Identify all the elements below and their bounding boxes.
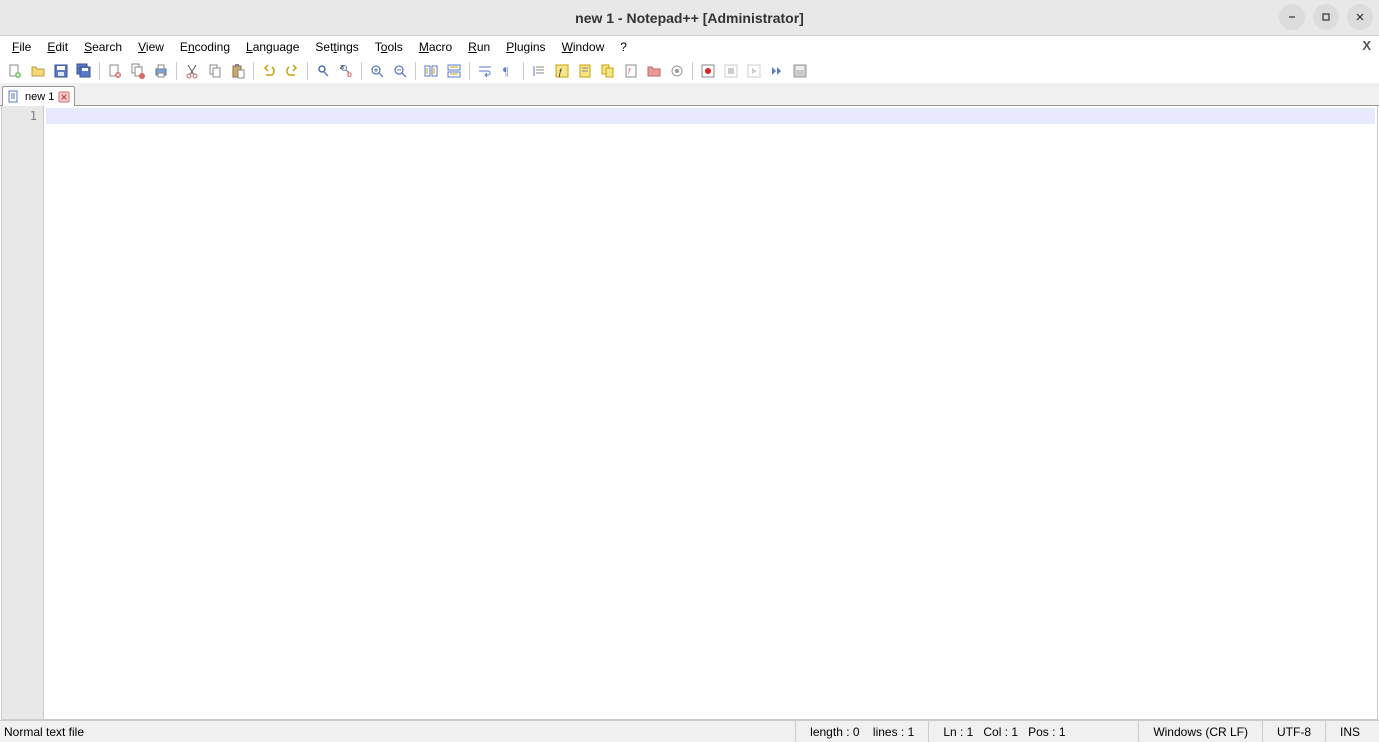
svg-text:a: a — [340, 64, 344, 71]
close-file-button[interactable] — [104, 60, 126, 82]
redo-button[interactable] — [281, 60, 303, 82]
menu-macro[interactable]: Macro — [411, 38, 460, 56]
toolbar-separator — [469, 62, 470, 80]
macro-stop-button[interactable] — [720, 60, 742, 82]
svg-text:¶: ¶ — [503, 64, 509, 78]
window-title: new 1 - Notepad++ [Administrator] — [0, 10, 1379, 26]
find-button[interactable] — [312, 60, 334, 82]
close-all-button[interactable] — [127, 60, 149, 82]
menu-window[interactable]: Window — [554, 38, 613, 56]
mdi-close-button[interactable]: X — [1362, 38, 1371, 53]
new-file-button[interactable] — [4, 60, 26, 82]
zoom-out-button[interactable] — [389, 60, 411, 82]
svg-text:ƒ: ƒ — [558, 67, 563, 77]
maximize-button[interactable] — [1313, 4, 1339, 30]
toolbar-separator — [415, 62, 416, 80]
document-tab[interactable]: new 1 — [2, 86, 75, 106]
paste-button[interactable] — [227, 60, 249, 82]
active-line — [46, 108, 1375, 124]
indent-guide-button[interactable] — [528, 60, 550, 82]
user-lang-dialog-button[interactable]: ƒ — [551, 60, 573, 82]
line-number-gutter: 1 — [2, 106, 44, 719]
word-wrap-button[interactable] — [474, 60, 496, 82]
status-length-lines: length : 0 lines : 1 — [795, 721, 928, 742]
close-window-button[interactable] — [1347, 4, 1373, 30]
line-number: 1 — [2, 108, 37, 124]
toolbar-separator — [692, 62, 693, 80]
toolbar: ba ¶ ƒ f — [0, 58, 1379, 84]
copy-button[interactable] — [204, 60, 226, 82]
save-all-button[interactable] — [73, 60, 95, 82]
menu-help[interactable]: ? — [612, 38, 635, 56]
title-bar: new 1 - Notepad++ [Administrator] — [0, 0, 1379, 36]
status-eol[interactable]: Windows (CR LF) — [1138, 721, 1262, 742]
text-editor[interactable] — [44, 106, 1377, 719]
svg-text:b: b — [347, 70, 352, 79]
toolbar-separator — [253, 62, 254, 80]
status-filetype: Normal text file — [4, 725, 104, 739]
cut-button[interactable] — [181, 60, 203, 82]
replace-button[interactable]: ba — [335, 60, 357, 82]
editor-area: 1 — [1, 106, 1378, 720]
undo-button[interactable] — [258, 60, 280, 82]
toolbar-separator — [176, 62, 177, 80]
window-controls — [1279, 4, 1373, 30]
toolbar-separator — [99, 62, 100, 80]
menu-run[interactable]: Run — [460, 38, 498, 56]
toolbar-separator — [361, 62, 362, 80]
status-insert-mode[interactable]: INS — [1325, 721, 1375, 742]
macro-play-button[interactable] — [743, 60, 765, 82]
macro-save-button[interactable] — [789, 60, 811, 82]
minimize-button[interactable] — [1279, 4, 1305, 30]
toolbar-separator — [307, 62, 308, 80]
function-list-button[interactable]: f — [620, 60, 642, 82]
save-button[interactable] — [50, 60, 72, 82]
maximize-icon — [1321, 12, 1331, 22]
folder-workspace-button[interactable] — [643, 60, 665, 82]
tab-label: new 1 — [25, 91, 54, 103]
menu-search[interactable]: Search — [76, 38, 130, 56]
status-encoding[interactable]: UTF-8 — [1262, 721, 1325, 742]
sync-hscroll-button[interactable] — [443, 60, 465, 82]
doc-map-button[interactable] — [574, 60, 596, 82]
menu-settings[interactable]: Settings — [307, 38, 366, 56]
minimize-icon — [1287, 12, 1297, 22]
tab-close-icon[interactable] — [58, 91, 70, 103]
menu-language[interactable]: Language — [238, 38, 307, 56]
menu-plugins[interactable]: Plugins — [498, 38, 553, 56]
open-file-button[interactable] — [27, 60, 49, 82]
sync-vscroll-button[interactable] — [420, 60, 442, 82]
toolbar-separator — [523, 62, 524, 80]
menu-encoding[interactable]: Encoding — [172, 38, 238, 56]
status-cursor-pos: Ln : 1 Col : 1 Pos : 1 — [928, 721, 1138, 742]
menu-edit[interactable]: Edit — [39, 38, 76, 56]
show-all-chars-button[interactable]: ¶ — [497, 60, 519, 82]
status-bar: Normal text file length : 0 lines : 1 Ln… — [0, 720, 1379, 742]
file-icon — [7, 90, 21, 104]
doc-list-button[interactable] — [597, 60, 619, 82]
menu-tools[interactable]: Tools — [367, 38, 411, 56]
zoom-in-button[interactable] — [366, 60, 388, 82]
menu-bar: File Edit Search View Encoding Language … — [0, 36, 1379, 58]
macro-play-multi-button[interactable] — [766, 60, 788, 82]
monitoring-button[interactable] — [666, 60, 688, 82]
print-button[interactable] — [150, 60, 172, 82]
close-icon — [1355, 12, 1365, 22]
menu-view[interactable]: View — [130, 38, 172, 56]
menu-file[interactable]: File — [4, 38, 39, 56]
tab-bar: new 1 — [0, 84, 1379, 106]
macro-record-button[interactable] — [697, 60, 719, 82]
